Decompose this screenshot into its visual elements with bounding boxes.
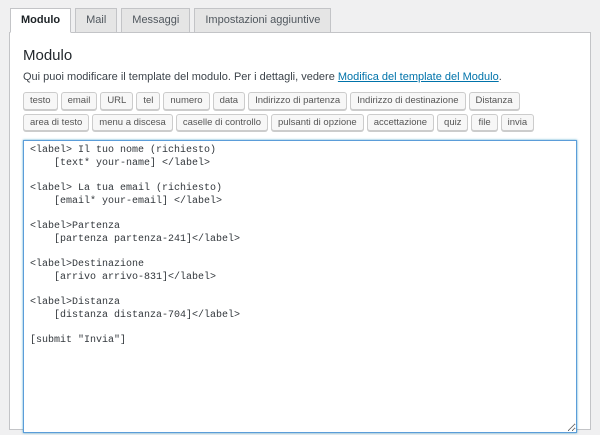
- tag-button-accettazione[interactable]: accettazione: [366, 113, 435, 131]
- description-text: Qui puoi modificare il template del modu…: [23, 71, 338, 83]
- tag-button-indirizzo-di-partenza[interactable]: Indirizzo di partenza: [248, 92, 348, 110]
- template-edit-link[interactable]: Modifica del template del Modulo: [338, 71, 499, 83]
- tag-button-data[interactable]: data: [212, 92, 246, 110]
- tab-impostazioni-aggiuntive[interactable]: Impostazioni aggiuntive: [194, 8, 332, 33]
- tab-mail[interactable]: Mail: [75, 8, 118, 33]
- tag-button-area-di-testo[interactable]: area di testo: [23, 113, 90, 131]
- tag-button-tel[interactable]: tel: [136, 92, 161, 110]
- tag-button-invia[interactable]: invia: [500, 113, 535, 131]
- tag-button-email[interactable]: email: [60, 92, 98, 110]
- tag-button-distanza[interactable]: Distanza: [468, 92, 520, 110]
- tab-messaggi[interactable]: Messaggi: [121, 8, 191, 33]
- form-template-textarea[interactable]: <label> Il tuo nome (richiesto) [text* y…: [23, 140, 577, 433]
- tag-generator-buttons: testo email URL tel numero data Indirizz…: [23, 92, 577, 131]
- tag-button-file[interactable]: file: [471, 113, 498, 131]
- tag-button-menu-a-discesa[interactable]: menu a discesa: [92, 113, 173, 131]
- tag-button-caselle-di-controllo[interactable]: caselle di controllo: [175, 113, 268, 131]
- description-period: .: [498, 71, 502, 83]
- editor-wrap: Modulo Mail Messaggi Impostazioni aggiun…: [0, 0, 600, 433]
- tab-modulo[interactable]: Modulo: [10, 8, 72, 33]
- form-editor-tabs: Modulo Mail Messaggi Impostazioni aggiun…: [10, 8, 591, 33]
- tag-button-indirizzo-di-destinazione[interactable]: Indirizzo di destinazione: [350, 92, 466, 110]
- tag-button-numero[interactable]: numero: [163, 92, 210, 110]
- panel-description: Qui puoi modificare il template del modu…: [23, 71, 577, 83]
- tag-button-url[interactable]: URL: [100, 92, 134, 110]
- form-panel: Modulo Qui puoi modificare il template d…: [9, 32, 591, 433]
- tag-button-pulsanti-di-opzione[interactable]: pulsanti di opzione: [271, 113, 364, 131]
- panel-title: Modulo: [23, 47, 73, 64]
- tag-button-testo[interactable]: testo: [23, 92, 58, 110]
- tag-button-quiz[interactable]: quiz: [437, 113, 469, 131]
